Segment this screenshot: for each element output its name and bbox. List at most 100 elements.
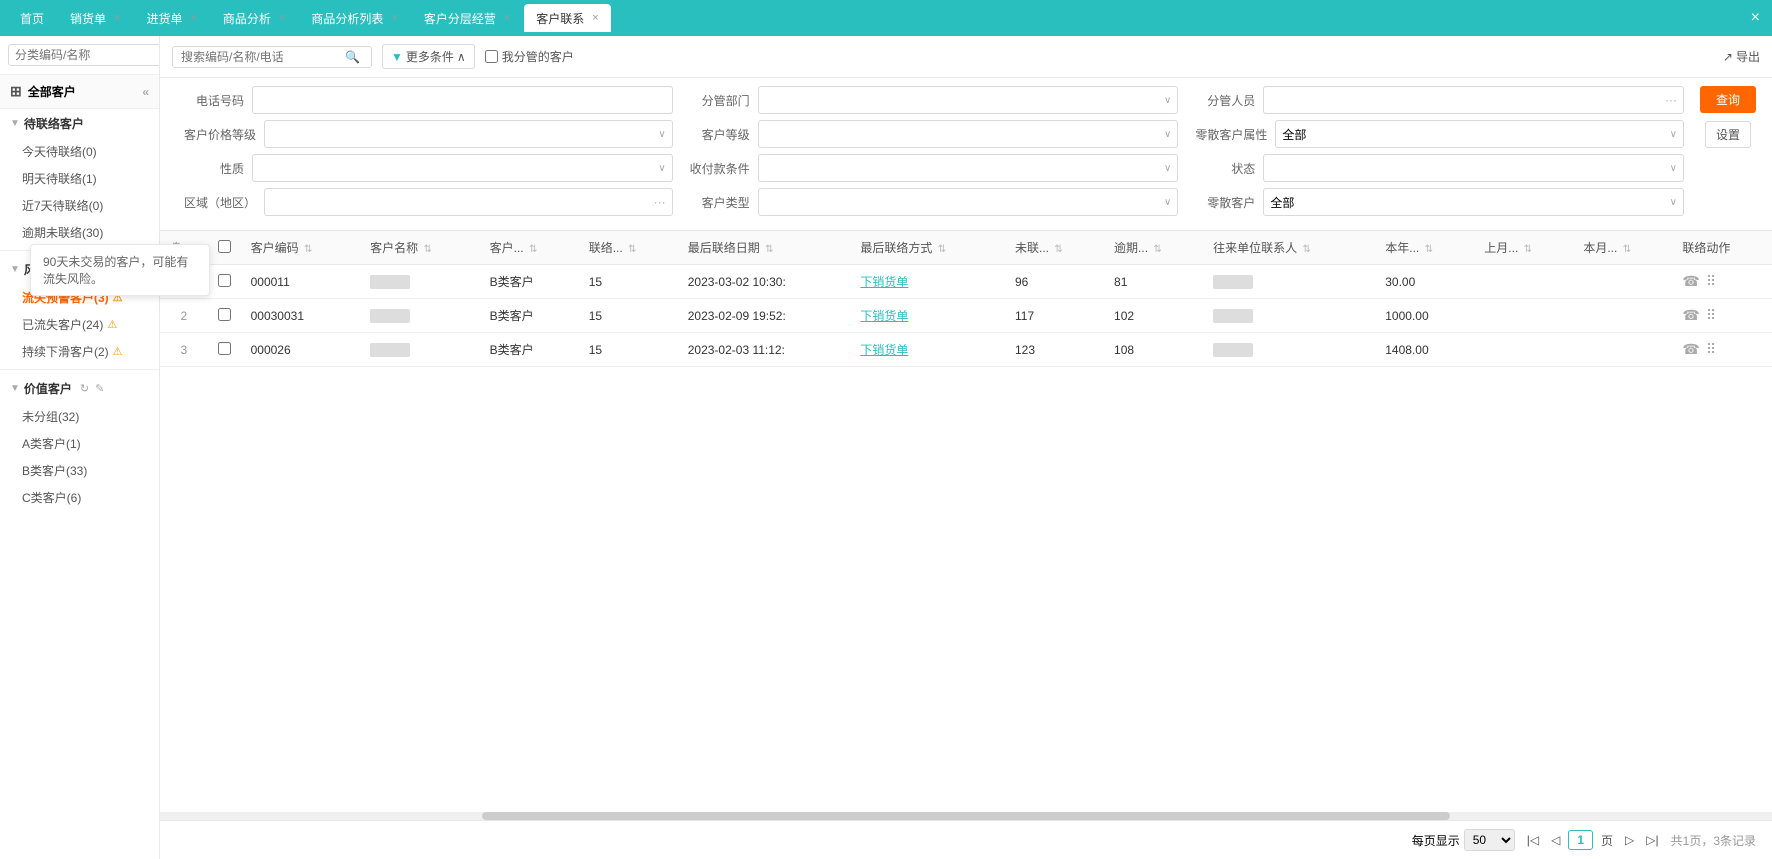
th-this-month-sort-icon[interactable]: ⇅ — [1623, 244, 1631, 255]
filter-search-input[interactable] — [181, 50, 341, 64]
th-overdue-sort-icon[interactable]: ⇅ — [1153, 244, 1161, 255]
row-last-method-1[interactable]: 下销货单 — [850, 299, 1005, 333]
tab-analysis-list-close[interactable]: × — [391, 12, 397, 24]
th-overdue: 逾期... ⇅ — [1104, 231, 1203, 265]
dept-select[interactable]: ∨ — [758, 86, 1179, 114]
price-level-select[interactable]: ∨ — [264, 120, 673, 148]
filter-more-button[interactable]: ▼ 更多条件 ∧ — [382, 44, 475, 69]
th-last-method-sort-icon[interactable]: ⇅ — [938, 244, 946, 255]
value-edit-icon[interactable]: ✎ — [95, 382, 104, 395]
th-no-contact-sort-icon[interactable]: ⇅ — [1054, 244, 1062, 255]
customer-type-select[interactable]: ∨ — [758, 188, 1179, 216]
value-refresh-icon[interactable]: ↻ — [80, 382, 89, 395]
tab-customer-segment[interactable]: 客户分层经营 × — [412, 4, 522, 32]
sidebar-item-today-pending[interactable]: 今天待联络(0) — [0, 138, 159, 165]
payment-select[interactable]: ∨ — [758, 154, 1179, 182]
per-page-select[interactable]: 50 100 — [1464, 829, 1515, 851]
action-contact-icon-1[interactable]: ☎ — [1682, 307, 1699, 324]
last-page-icon[interactable]: ▷| — [1642, 831, 1662, 849]
tab-purchase[interactable]: 进货单 × — [134, 4, 208, 32]
action-contact-icon-2[interactable]: ☎ — [1682, 341, 1699, 358]
sidebar-item-churned[interactable]: 已流失客户(24) ⚠ — [0, 311, 159, 338]
phone-input[interactable] — [252, 86, 673, 114]
value-arrow-icon: ▼ — [10, 383, 20, 394]
filter-search-icon[interactable]: 🔍 — [345, 50, 360, 64]
region-dots[interactable]: ··· — [654, 195, 666, 209]
action-more-icon-1[interactable]: ⠿ — [1706, 307, 1716, 324]
manager-select[interactable]: ··· — [1263, 86, 1684, 114]
region-select[interactable]: ··· — [264, 188, 673, 216]
th-code-sort-icon[interactable]: ⇅ — [304, 244, 312, 255]
sidebar-group-pending-header[interactable]: ▼ 待联络客户 — [0, 109, 159, 138]
sidebar-group-value-header[interactable]: ▼ 价值客户 ↻ ✎ — [0, 374, 159, 403]
th-last-method-label: 最后联络方式 — [860, 241, 932, 255]
tab-customer-contact-close[interactable]: × — [592, 12, 598, 24]
retail-attr-select[interactable]: 全部 ∨ — [1275, 120, 1684, 148]
th-this-year-sort-icon[interactable]: ⇅ — [1425, 244, 1433, 255]
th-contact-sort-icon[interactable]: ⇅ — [628, 244, 636, 255]
window-close-button[interactable]: × — [1747, 5, 1764, 31]
my-customers-checkbox[interactable] — [485, 50, 498, 63]
filter-search-box[interactable]: 🔍 — [172, 46, 372, 68]
sidebar-item-declining[interactable]: 持续下滑客户(2) ⚠ — [0, 338, 159, 365]
th-type-sort-icon[interactable]: ⇅ — [529, 244, 537, 255]
sidebar-item-week-pending[interactable]: 近7天待联络(0) — [0, 192, 159, 219]
customer-level-select[interactable]: ∨ — [758, 120, 1179, 148]
row-last-method-2[interactable]: 下销货单 — [850, 333, 1005, 367]
price-level-label: 客户价格等级 — [184, 126, 256, 143]
current-page-num[interactable]: 1 — [1568, 830, 1593, 850]
th-this-month-label: 本月... — [1583, 241, 1617, 255]
sidebar-all-customers[interactable]: ⊞ 全部客户 « — [0, 75, 159, 109]
sidebar-search-input[interactable] — [8, 44, 160, 66]
sidebar-item-class-b[interactable]: B类客户(33) — [0, 457, 159, 484]
scrollbar-thumb[interactable] — [482, 812, 1449, 820]
th-contact-person-sort-icon[interactable]: ⇅ — [1302, 244, 1310, 255]
action-more-icon-2[interactable]: ⠿ — [1706, 341, 1716, 358]
tab-sales-close[interactable]: × — [114, 12, 120, 24]
th-name-sort-icon[interactable]: ⇅ — [423, 244, 431, 255]
retail-customer-select[interactable]: 全部 ∨ — [1263, 188, 1684, 216]
row-overdue-1: 102 — [1104, 299, 1203, 333]
row-checkbox-0[interactable] — [218, 274, 231, 287]
query-button[interactable]: 查询 — [1700, 86, 1756, 113]
next-page-icon[interactable]: ▷ — [1621, 831, 1638, 849]
grid-icon: ⊞ — [10, 83, 22, 100]
tab-purchase-label: 进货单 — [146, 10, 182, 27]
horizontal-scrollbar[interactable] — [160, 812, 1772, 820]
row-checkbox-2[interactable] — [218, 342, 231, 355]
th-last-date-sort-icon[interactable]: ⇅ — [765, 244, 773, 255]
sidebar-item-class-a[interactable]: A类客户(1) — [0, 430, 159, 457]
prev-page-icon[interactable]: ◁ — [1547, 831, 1564, 849]
action-more-icon-0[interactable]: ⠿ — [1706, 273, 1716, 290]
select-all-checkbox[interactable] — [218, 240, 231, 253]
my-customers-checkbox-label[interactable]: 我分管的客户 — [485, 48, 574, 65]
sidebar-item-class-c[interactable]: C类客户(6) — [0, 484, 159, 511]
first-page-icon[interactable]: |◁ — [1523, 831, 1543, 849]
nature-select[interactable]: ∨ — [252, 154, 673, 182]
tab-sales[interactable]: 销货单 × — [58, 4, 132, 32]
manager-dots[interactable]: ··· — [1665, 93, 1677, 107]
sidebar-item-declining-label: 持续下滑客户(2) — [22, 343, 109, 360]
dept-arrow-icon: ∨ — [1164, 95, 1171, 106]
row-last-method-0[interactable]: 下销货单 — [850, 265, 1005, 299]
export-button[interactable]: ↗ 导出 — [1723, 48, 1760, 65]
tab-purchase-close[interactable]: × — [190, 12, 196, 24]
sidebar-collapse-icon[interactable]: « — [142, 85, 149, 99]
tab-analysis-list[interactable]: 商品分析列表 × — [299, 4, 409, 32]
declining-warn-icon: ⚠ — [113, 345, 123, 358]
tab-analysis-close[interactable]: × — [279, 12, 285, 24]
filter-settings-button[interactable]: 设置 — [1705, 121, 1751, 148]
sidebar-item-overdue-pending[interactable]: 逾期未联络(30) — [0, 219, 159, 246]
retail-attr-label: 零散客户属性 — [1195, 126, 1267, 143]
tab-customer-segment-close[interactable]: × — [504, 12, 510, 24]
status-select[interactable]: ∨ — [1263, 154, 1684, 182]
action-contact-icon-0[interactable]: ☎ — [1682, 273, 1699, 290]
tab-analysis[interactable]: 商品分析 × — [211, 4, 297, 32]
tab-customer-contact[interactable]: 客户联系 × — [524, 4, 610, 32]
payment-label: 收付款条件 — [690, 160, 750, 177]
sidebar-item-ungrouped[interactable]: 未分组(32) — [0, 403, 159, 430]
tab-home[interactable]: 首页 — [8, 4, 56, 32]
sidebar-item-tomorrow-pending[interactable]: 明天待联络(1) — [0, 165, 159, 192]
row-checkbox-1[interactable] — [218, 308, 231, 321]
th-last-month-sort-icon[interactable]: ⇅ — [1524, 244, 1532, 255]
